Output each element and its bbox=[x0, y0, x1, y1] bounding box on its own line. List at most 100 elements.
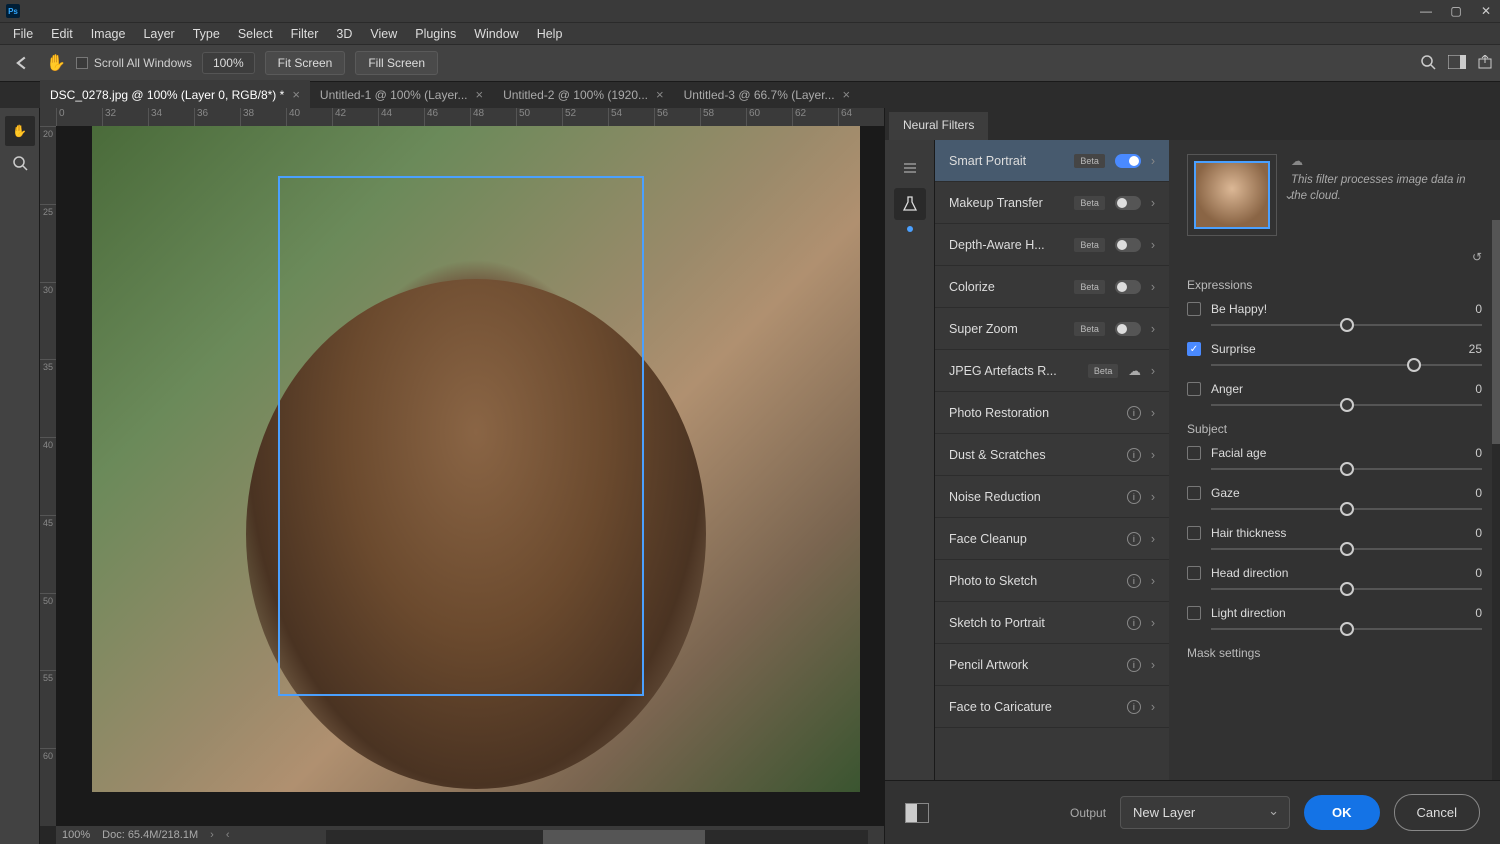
filter-toggle[interactable] bbox=[1115, 154, 1141, 168]
close-icon[interactable]: × bbox=[292, 87, 300, 102]
hand-tool-icon[interactable]: ✋ bbox=[46, 53, 66, 73]
preview-toggle-icon[interactable] bbox=[905, 803, 929, 823]
info-icon[interactable]: i bbox=[1127, 574, 1141, 588]
info-icon[interactable]: i bbox=[1127, 532, 1141, 546]
menu-help[interactable]: Help bbox=[528, 27, 572, 41]
menu-filter[interactable]: Filter bbox=[282, 27, 328, 41]
face-selector[interactable]: ⌄ bbox=[1187, 154, 1277, 236]
menu-select[interactable]: Select bbox=[229, 27, 282, 41]
close-icon[interactable]: × bbox=[843, 87, 851, 102]
menu-file[interactable]: File bbox=[4, 27, 42, 41]
slider-thumb[interactable] bbox=[1340, 542, 1354, 556]
fit-screen-button[interactable]: Fit Screen bbox=[265, 51, 346, 75]
menu-type[interactable]: Type bbox=[184, 27, 229, 41]
filter-row[interactable]: Photo to Sketchi› bbox=[935, 560, 1169, 602]
info-icon[interactable]: i bbox=[1127, 406, 1141, 420]
slider-checkbox[interactable]: ✓ bbox=[1187, 342, 1201, 356]
filters-featured-icon[interactable] bbox=[894, 152, 926, 184]
info-icon[interactable]: i bbox=[1127, 490, 1141, 504]
slider-track[interactable] bbox=[1211, 588, 1482, 590]
canvas-viewport[interactable] bbox=[56, 126, 884, 826]
maximize-button[interactable]: ▢ bbox=[1448, 3, 1464, 19]
search-icon[interactable] bbox=[1420, 54, 1436, 73]
status-chevron-icon[interactable]: › bbox=[210, 829, 214, 841]
slider-thumb[interactable] bbox=[1407, 358, 1421, 372]
panel-tab[interactable]: Neural Filters bbox=[889, 112, 988, 140]
settings-scrollbar[interactable] bbox=[1492, 220, 1500, 780]
slider-checkbox[interactable] bbox=[1187, 486, 1201, 500]
slider-thumb[interactable] bbox=[1340, 502, 1354, 516]
filter-row[interactable]: Pencil Artworki› bbox=[935, 644, 1169, 686]
filter-row[interactable]: Photo Restorationi› bbox=[935, 392, 1169, 434]
cloud-download-icon[interactable]: ☁ bbox=[1128, 363, 1141, 378]
filter-row[interactable]: Makeup TransferBeta› bbox=[935, 182, 1169, 224]
face-detection-box[interactable] bbox=[278, 176, 644, 696]
slider-thumb[interactable] bbox=[1340, 398, 1354, 412]
scroll-left-icon[interactable]: ‹ bbox=[226, 829, 230, 841]
menu-edit[interactable]: Edit bbox=[42, 27, 82, 41]
slider-thumb[interactable] bbox=[1340, 582, 1354, 596]
slider-checkbox[interactable] bbox=[1187, 606, 1201, 620]
filter-row[interactable]: Sketch to Portraiti› bbox=[935, 602, 1169, 644]
back-button[interactable] bbox=[8, 51, 36, 75]
info-icon[interactable]: i bbox=[1127, 658, 1141, 672]
slider-thumb[interactable] bbox=[1340, 318, 1354, 332]
cancel-button[interactable]: Cancel bbox=[1394, 794, 1480, 831]
slider-track[interactable] bbox=[1211, 508, 1482, 510]
workspace-icon[interactable] bbox=[1448, 55, 1466, 72]
slider-checkbox[interactable] bbox=[1187, 302, 1201, 316]
minimize-button[interactable]: — bbox=[1418, 3, 1434, 19]
menu-window[interactable]: Window bbox=[465, 27, 527, 41]
filter-toggle[interactable] bbox=[1115, 238, 1141, 252]
filter-toggle[interactable] bbox=[1115, 196, 1141, 210]
info-icon[interactable]: i bbox=[1127, 700, 1141, 714]
filter-row[interactable]: JPEG Artefacts R...Beta☁› bbox=[935, 350, 1169, 392]
close-icon[interactable]: × bbox=[476, 87, 484, 102]
slider-thumb[interactable] bbox=[1340, 462, 1354, 476]
close-icon[interactable]: × bbox=[656, 87, 664, 102]
info-icon[interactable]: i bbox=[1127, 616, 1141, 630]
output-select[interactable]: New Layer bbox=[1120, 796, 1290, 829]
filter-row[interactable]: Super ZoomBeta› bbox=[935, 308, 1169, 350]
hand-tool[interactable]: ✋ bbox=[5, 116, 35, 146]
document-tab[interactable]: Untitled-1 @ 100% (Layer...× bbox=[310, 80, 493, 108]
slider-checkbox[interactable] bbox=[1187, 446, 1201, 460]
slider-track[interactable] bbox=[1211, 628, 1482, 630]
filter-row[interactable]: Dust & Scratchesi› bbox=[935, 434, 1169, 476]
filters-beta-icon[interactable] bbox=[894, 188, 926, 220]
menu-layer[interactable]: Layer bbox=[134, 27, 183, 41]
slider-checkbox[interactable] bbox=[1187, 382, 1201, 396]
filter-row[interactable]: Noise Reductioni› bbox=[935, 476, 1169, 518]
fill-screen-button[interactable]: Fill Screen bbox=[355, 51, 438, 75]
filter-toggle[interactable] bbox=[1115, 322, 1141, 336]
filter-row[interactable]: ColorizeBeta› bbox=[935, 266, 1169, 308]
filter-toggle[interactable] bbox=[1115, 280, 1141, 294]
ok-button[interactable]: OK bbox=[1304, 795, 1380, 830]
reset-icon[interactable]: ↺ bbox=[1472, 250, 1482, 264]
slider-checkbox[interactable] bbox=[1187, 566, 1201, 580]
slider-track[interactable] bbox=[1211, 548, 1482, 550]
close-button[interactable]: ✕ bbox=[1478, 3, 1494, 19]
filter-row[interactable]: Face to Caricaturei› bbox=[935, 686, 1169, 728]
zoom-tool[interactable] bbox=[5, 148, 35, 178]
menu-image[interactable]: Image bbox=[82, 27, 135, 41]
slider-track[interactable] bbox=[1211, 324, 1482, 326]
menu-view[interactable]: View bbox=[361, 27, 406, 41]
info-icon[interactable]: i bbox=[1127, 448, 1141, 462]
document-tab[interactable]: Untitled-2 @ 100% (1920...× bbox=[493, 80, 674, 108]
document-tab[interactable]: Untitled-3 @ 66.7% (Layer...× bbox=[674, 80, 861, 108]
horizontal-scrollbar[interactable] bbox=[326, 830, 868, 844]
slider-track[interactable] bbox=[1211, 404, 1482, 406]
menu-plugins[interactable]: Plugins bbox=[406, 27, 465, 41]
share-icon[interactable] bbox=[1478, 55, 1492, 72]
slider-track[interactable] bbox=[1211, 468, 1482, 470]
filter-row[interactable]: Smart PortraitBeta› bbox=[935, 140, 1169, 182]
zoom-select[interactable]: 100% bbox=[202, 52, 255, 74]
scroll-all-checkbox[interactable] bbox=[76, 57, 88, 69]
filter-row[interactable]: Face Cleanupi› bbox=[935, 518, 1169, 560]
slider-track[interactable] bbox=[1211, 364, 1482, 366]
slider-thumb[interactable] bbox=[1340, 622, 1354, 636]
filter-row[interactable]: Depth-Aware H...Beta› bbox=[935, 224, 1169, 266]
document-tab[interactable]: DSC_0278.jpg @ 100% (Layer 0, RGB/8*) *× bbox=[40, 80, 310, 108]
menu-3d[interactable]: 3D bbox=[327, 27, 361, 41]
